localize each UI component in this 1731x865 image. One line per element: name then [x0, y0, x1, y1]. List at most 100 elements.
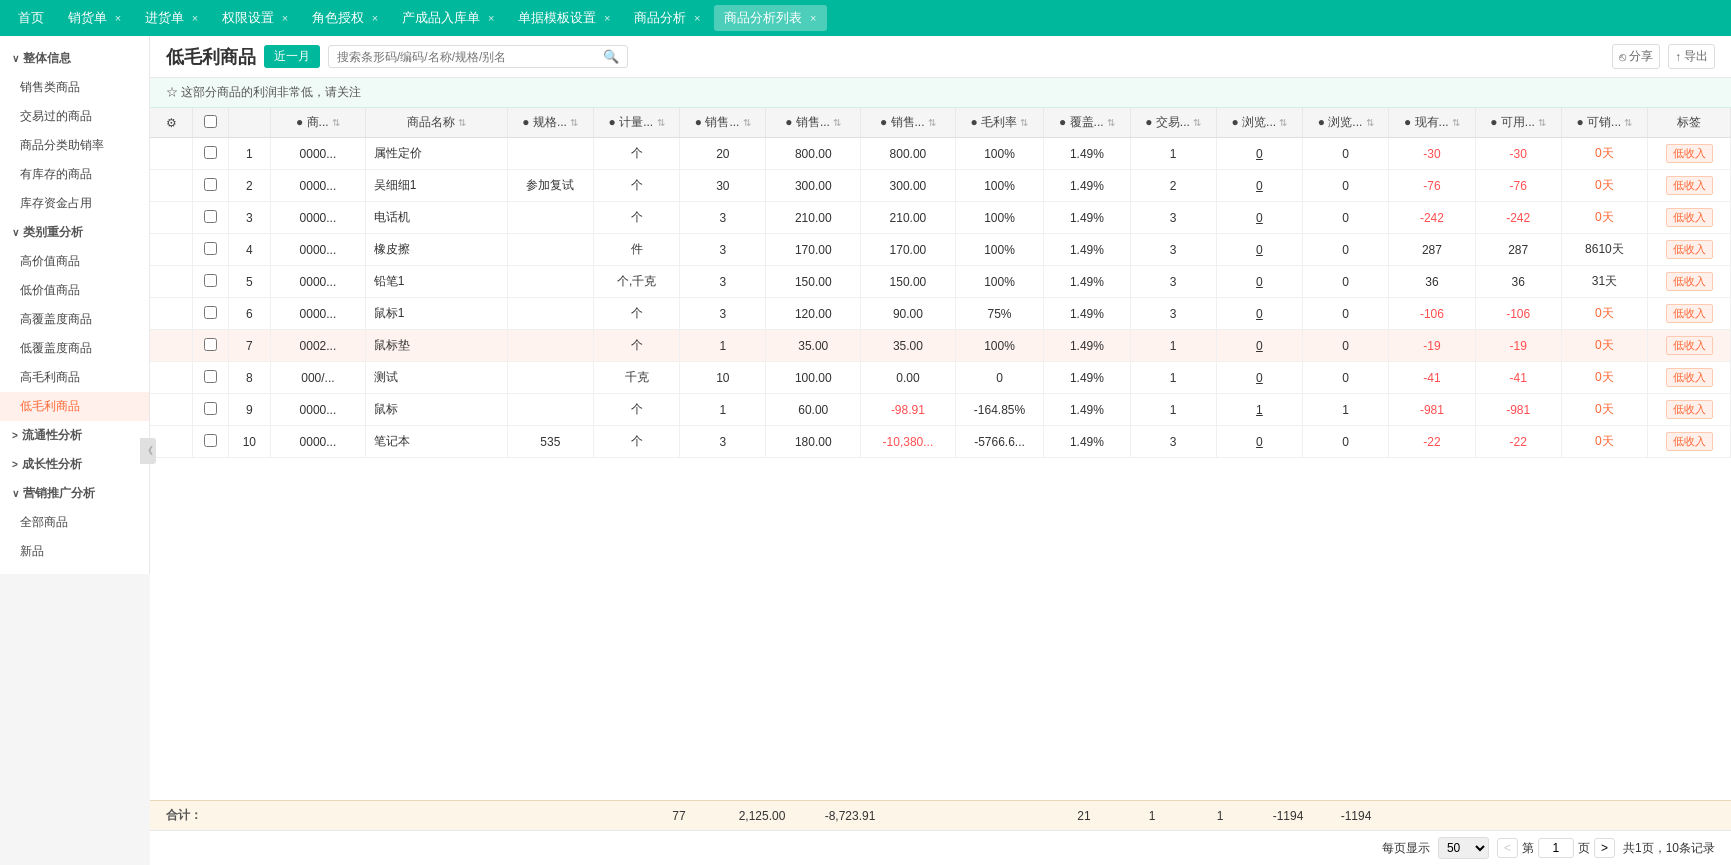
sidebar-item-high-margin[interactable]: 高毛利商品: [0, 363, 149, 392]
row-checkbox[interactable]: [204, 242, 217, 255]
cell-browse2: 0: [1303, 170, 1389, 202]
cell-checkbox[interactable]: [193, 330, 228, 362]
close-sales-icon[interactable]: ×: [115, 12, 121, 24]
col-current[interactable]: ● 现有... ⇅: [1389, 108, 1475, 138]
prev-page-btn[interactable]: <: [1497, 838, 1518, 858]
row-checkbox[interactable]: [204, 146, 217, 159]
sidebar-item-low-margin[interactable]: 低毛利商品: [0, 392, 149, 421]
per-page-label: 每页显示: [1382, 840, 1430, 857]
export-btn[interactable]: ↑ 导出: [1668, 44, 1715, 69]
share-btn[interactable]: ⎋ 分享: [1612, 44, 1660, 69]
cell-browse1[interactable]: 1: [1216, 394, 1302, 426]
cell-checkbox[interactable]: [193, 170, 228, 202]
close-role-icon[interactable]: ×: [372, 12, 378, 24]
cell-checkbox[interactable]: [193, 394, 228, 426]
nav-product-entry[interactable]: 产成品入库单 ×: [392, 5, 504, 31]
col-sellable[interactable]: ● 可销... ⇅: [1561, 108, 1647, 138]
col-available[interactable]: ● 可用... ⇅: [1475, 108, 1561, 138]
close-template-icon[interactable]: ×: [604, 12, 610, 24]
col-trade[interactable]: ● 交易... ⇅: [1130, 108, 1216, 138]
nav-home[interactable]: 首页: [8, 5, 54, 31]
row-checkbox[interactable]: [204, 210, 217, 223]
row-checkbox[interactable]: [204, 178, 217, 191]
col-browse1[interactable]: ● 浏览... ⇅: [1216, 108, 1302, 138]
cell-browse1[interactable]: 0: [1216, 362, 1302, 394]
close-product-entry-icon[interactable]: ×: [488, 12, 494, 24]
sidebar-item-stock-capital[interactable]: 库存资金占用: [0, 189, 149, 218]
sidebar-item-high-value[interactable]: 高价值商品: [0, 247, 149, 276]
cell-checkbox[interactable]: [193, 138, 228, 170]
col-gross-rate[interactable]: ● 毛利率 ⇅: [955, 108, 1044, 138]
row-checkbox[interactable]: [204, 306, 217, 319]
sidebar-item-high-coverage[interactable]: 高覆盖度商品: [0, 305, 149, 334]
sidebar-item-new-goods[interactable]: 新品: [0, 537, 149, 566]
row-checkbox[interactable]: [204, 402, 217, 415]
per-page-select[interactable]: 50 100 200: [1438, 837, 1489, 859]
col-browse2[interactable]: ● 浏览... ⇅: [1303, 108, 1389, 138]
cell-browse1[interactable]: 0: [1216, 170, 1302, 202]
cell-cover-rate: 1.49%: [1044, 234, 1130, 266]
cell-checkbox[interactable]: [193, 234, 228, 266]
col-sales3[interactable]: ● 销售... ⇅: [861, 108, 956, 138]
nav-role[interactable]: 角色授权 ×: [302, 5, 388, 31]
nav-permission[interactable]: 权限设置 ×: [212, 5, 298, 31]
nav-sales[interactable]: 销货单 ×: [58, 5, 131, 31]
col-settings[interactable]: ⚙: [150, 108, 193, 138]
nav-product-analysis-list[interactable]: 商品分析列表 ×: [714, 5, 826, 31]
close-product-analysis-icon[interactable]: ×: [694, 12, 700, 24]
row-checkbox[interactable]: [204, 338, 217, 351]
row-checkbox[interactable]: [204, 274, 217, 287]
col-sales2[interactable]: ● 销售... ⇅: [766, 108, 861, 138]
search-input[interactable]: [337, 50, 603, 64]
cell-cover-rate: 1.49%: [1044, 362, 1130, 394]
search-icon[interactable]: 🔍: [603, 49, 619, 64]
cell-browse1[interactable]: 0: [1216, 330, 1302, 362]
sidebar-group-growth[interactable]: > 成长性分析: [0, 450, 149, 479]
sidebar-group-category[interactable]: ∨ 类别重分析: [0, 218, 149, 247]
cell-checkbox[interactable]: [193, 426, 228, 458]
select-all-checkbox[interactable]: [204, 115, 217, 128]
col-code[interactable]: ● 商... ⇅: [271, 108, 366, 138]
col-sales1[interactable]: ● 销售... ⇅: [680, 108, 766, 138]
sidebar-item-category-rate[interactable]: 商品分类助销率: [0, 131, 149, 160]
filter-month-btn[interactable]: 近一月: [264, 45, 320, 68]
nav-template[interactable]: 单据模板设置 ×: [508, 5, 620, 31]
sidebar-group-overall[interactable]: ∨ 整体信息: [0, 44, 149, 73]
col-spec[interactable]: ● 规格... ⇅: [507, 108, 593, 138]
sidebar-item-all-goods[interactable]: 全部商品: [0, 508, 149, 537]
nav-purchase[interactable]: 进货单 ×: [135, 5, 208, 31]
sidebar-item-traded-goods[interactable]: 交易过的商品: [0, 102, 149, 131]
sidebar-item-in-stock[interactable]: 有库存的商品: [0, 160, 149, 189]
cell-checkbox[interactable]: [193, 266, 228, 298]
close-purchase-icon[interactable]: ×: [192, 12, 198, 24]
close-permission-icon[interactable]: ×: [282, 12, 288, 24]
col-name[interactable]: 商品名称 ⇅: [365, 108, 507, 138]
row-checkbox[interactable]: [204, 370, 217, 383]
row-checkbox[interactable]: [204, 434, 217, 447]
cell-browse1[interactable]: 0: [1216, 426, 1302, 458]
next-page-btn[interactable]: >: [1594, 838, 1615, 858]
cell-browse1[interactable]: 0: [1216, 298, 1302, 330]
sidebar-group-marketing[interactable]: ∨ 营销推广分析: [0, 479, 149, 508]
col-unit[interactable]: ● 计量... ⇅: [593, 108, 679, 138]
page-number-input[interactable]: [1538, 838, 1574, 858]
sidebar-item-sales-goods[interactable]: 销售类商品: [0, 73, 149, 102]
col-checkbox-all[interactable]: [193, 108, 228, 138]
sidebar-item-low-coverage[interactable]: 低覆盖度商品: [0, 334, 149, 363]
cell-browse1[interactable]: 0: [1216, 266, 1302, 298]
sidebar-group-liquidity[interactable]: > 流通性分析: [0, 421, 149, 450]
cell-checkbox[interactable]: [193, 202, 228, 234]
col-cover-rate[interactable]: ● 覆盖... ⇅: [1044, 108, 1130, 138]
cell-code: 0000...: [271, 234, 366, 266]
cell-checkbox[interactable]: [193, 298, 228, 330]
nav-product-analysis[interactable]: 商品分析 ×: [624, 5, 710, 31]
cell-checkbox[interactable]: [193, 362, 228, 394]
sidebar-collapse-btn[interactable]: 《: [140, 438, 156, 464]
cell-browse1[interactable]: 0: [1216, 138, 1302, 170]
col-tag[interactable]: 标签: [1648, 108, 1731, 138]
cell-browse1[interactable]: 0: [1216, 202, 1302, 234]
table-area[interactable]: ⚙ ● 商... ⇅ 商品名称 ⇅ ● 规格... ⇅ ● 计量... ⇅ ● …: [150, 108, 1731, 800]
sidebar-item-low-value[interactable]: 低价值商品: [0, 276, 149, 305]
close-list-icon[interactable]: ×: [810, 12, 816, 24]
cell-browse1[interactable]: 0: [1216, 234, 1302, 266]
